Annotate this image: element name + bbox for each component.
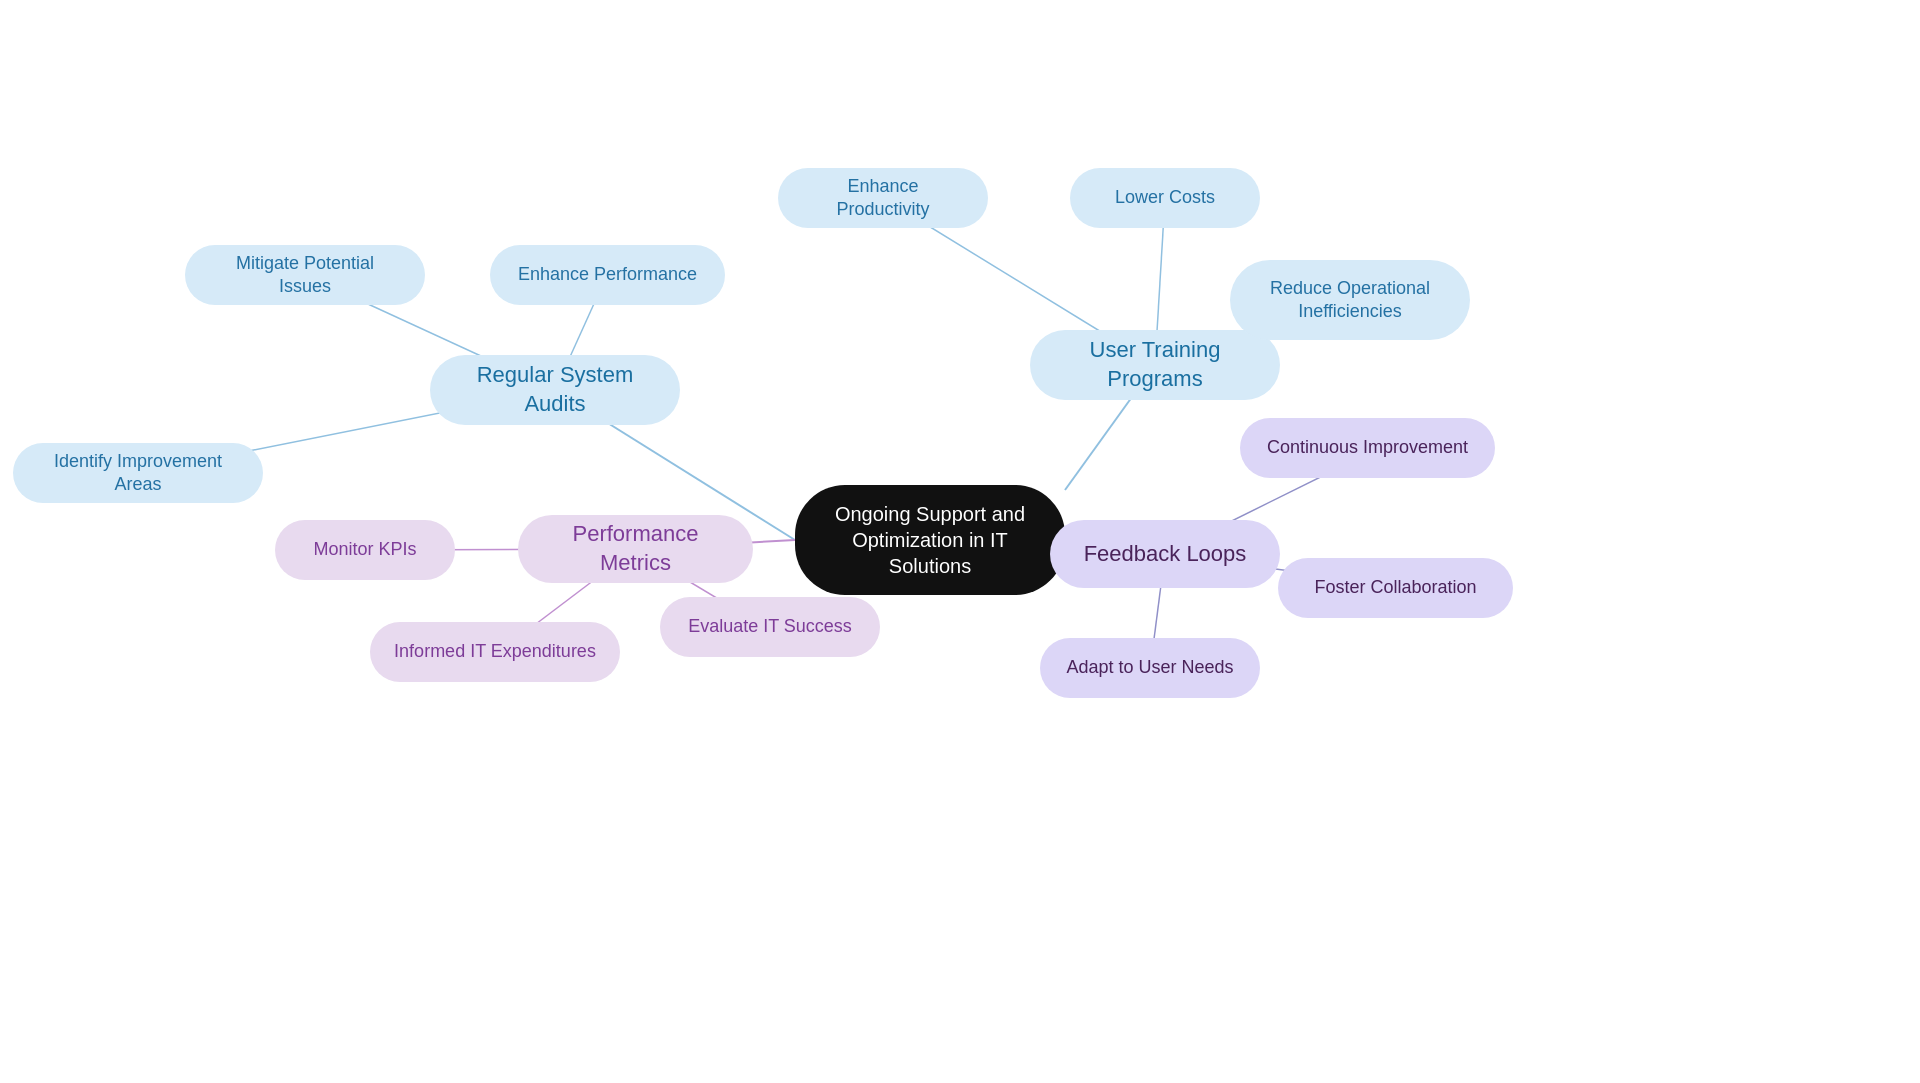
node-performance-metrics: Performance Metrics bbox=[518, 515, 753, 583]
label-enhance-performance: Enhance Performance bbox=[518, 263, 697, 286]
label-informed: Informed IT Expenditures bbox=[394, 640, 596, 663]
label-monitor-kpis: Monitor KPIs bbox=[313, 538, 416, 561]
label-performance-metrics: Performance Metrics bbox=[542, 520, 729, 577]
node-adapt-to-user-needs: Adapt to User Needs bbox=[1040, 638, 1260, 698]
node-user-training-programs: User Training Programs bbox=[1030, 330, 1280, 400]
node-identify-improvement-areas: Identify Improvement Areas bbox=[13, 443, 263, 503]
label-identify: Identify Improvement Areas bbox=[37, 450, 239, 497]
center-node: Ongoing Support and Optimization in IT S… bbox=[795, 485, 1065, 595]
node-foster-collaboration: Foster Collaboration bbox=[1278, 558, 1513, 618]
label-feedback-loops: Feedback Loops bbox=[1084, 540, 1247, 569]
label-reduce-ops: Reduce Operational Inefficiencies bbox=[1270, 277, 1430, 324]
label-lower-costs: Lower Costs bbox=[1115, 186, 1215, 209]
label-evaluate: Evaluate IT Success bbox=[688, 615, 852, 638]
node-enhance-performance: Enhance Performance bbox=[490, 245, 725, 305]
node-regular-system-audits: Regular System Audits bbox=[430, 355, 680, 425]
label-continuous: Continuous Improvement bbox=[1267, 436, 1468, 459]
node-reduce-operational-inefficiencies: Reduce Operational Inefficiencies bbox=[1230, 260, 1470, 340]
label-adapt: Adapt to User Needs bbox=[1066, 656, 1233, 679]
node-enhance-productivity: Enhance Productivity bbox=[778, 168, 988, 228]
label-user-training: User Training Programs bbox=[1054, 336, 1256, 393]
label-foster: Foster Collaboration bbox=[1314, 576, 1476, 599]
center-label: Ongoing Support and Optimization in IT S… bbox=[819, 501, 1041, 579]
node-lower-costs: Lower Costs bbox=[1070, 168, 1260, 228]
node-continuous-improvement: Continuous Improvement bbox=[1240, 418, 1495, 478]
node-informed-it-expenditures: Informed IT Expenditures bbox=[370, 622, 620, 682]
node-monitor-kpis: Monitor KPIs bbox=[275, 520, 455, 580]
node-feedback-loops: Feedback Loops bbox=[1050, 520, 1280, 588]
node-evaluate-it-success: Evaluate IT Success bbox=[660, 597, 880, 657]
label-regular-system-audits: Regular System Audits bbox=[454, 361, 656, 418]
label-enhance-productivity: Enhance Productivity bbox=[802, 175, 964, 222]
label-mitigate: Mitigate Potential Issues bbox=[209, 252, 401, 299]
node-mitigate-potential-issues: Mitigate Potential Issues bbox=[185, 245, 425, 305]
